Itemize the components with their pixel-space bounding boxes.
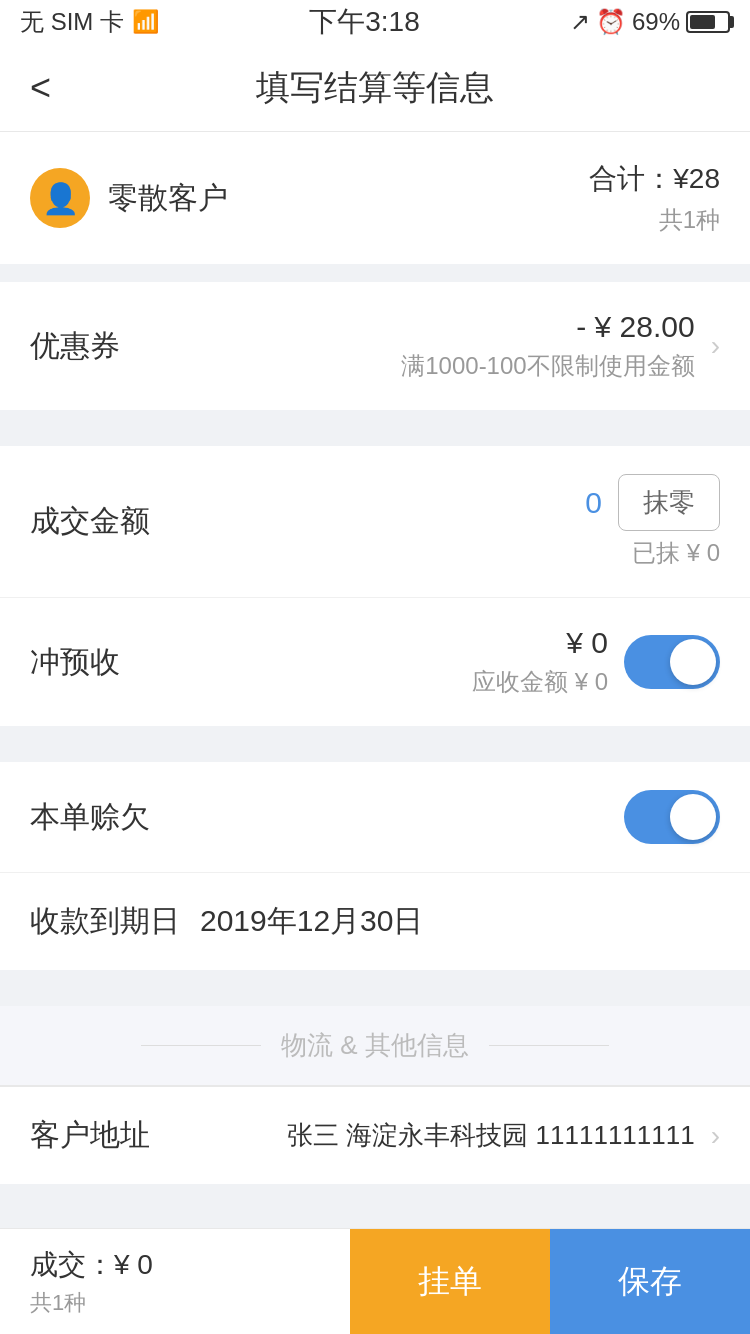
debt-right: [624, 790, 720, 844]
due-date-value: 2019年12月30日: [200, 901, 423, 942]
address-row[interactable]: 客户地址 张三 海淀永丰科技园 11111111111 ›: [0, 1087, 750, 1184]
due-date-label: 收款到期日: [30, 901, 180, 942]
address-label: 客户地址: [30, 1115, 150, 1156]
coupon-row[interactable]: 优惠券 - ¥ 28.00 满1000-100不限制使用金额 ›: [0, 282, 750, 410]
avatar: 👤: [30, 168, 90, 228]
coupon-value: - ¥ 28.00: [401, 310, 694, 344]
address-right: 张三 海淀永丰科技园 11111111111 ›: [287, 1118, 720, 1153]
toggle-knob: [670, 639, 716, 685]
battery-percent: 69%: [632, 8, 680, 36]
debt-toggle[interactable]: [624, 790, 720, 844]
customer-row: 👤 零散客户 合计：¥28 共1种: [0, 132, 750, 264]
customer-summary: 合计：¥28 共1种: [589, 160, 720, 236]
deal-amount-right: 0 抹零 已抹 ¥ 0: [585, 474, 720, 569]
content-area: 👤 零散客户 合计：¥28 共1种 优惠券 - ¥ 28.00 满1000-10…: [0, 132, 750, 1322]
pre-collection-sub: 应收金额 ¥ 0: [472, 666, 608, 698]
debt-row: 本单赊欠: [0, 762, 750, 873]
total-count: 共1种: [589, 204, 720, 236]
pre-collection-row: 冲预收 ¥ 0 应收金额 ¥ 0: [0, 598, 750, 726]
status-time: 下午3:18: [309, 3, 420, 41]
customer-info: 👤 零散客户: [30, 168, 228, 228]
coupon-right: - ¥ 28.00 满1000-100不限制使用金额 ›: [401, 310, 720, 382]
bottom-deal-label: 成交：: [30, 1249, 114, 1280]
bottom-count: 共1种: [30, 1288, 320, 1318]
page-title: 填写结算等信息: [256, 65, 494, 111]
customer-name: 零散客户: [108, 178, 228, 219]
save-button[interactable]: 保存: [550, 1229, 750, 1335]
pre-collection-value: ¥ 0: [472, 626, 608, 660]
alarm-icon: ⏰: [596, 8, 626, 36]
bottom-deal-amount: ¥ 0: [114, 1249, 153, 1280]
battery-fill: [690, 15, 715, 29]
battery-icon: [686, 11, 730, 33]
pre-collection-group: ¥ 0 应收金额 ¥ 0: [472, 626, 608, 698]
divider-1: [0, 428, 750, 446]
wifi-icon: 📶: [132, 9, 159, 35]
bottom-bar: 成交：¥ 0 共1种 挂单 保存: [0, 1228, 750, 1334]
debt-toggle-knob: [670, 794, 716, 840]
status-right: ↗ ⏰ 69%: [570, 8, 730, 36]
bottom-info: 成交：¥ 0 共1种: [0, 1246, 350, 1318]
nav-bar: < 填写结算等信息: [0, 44, 750, 132]
pre-collection-right: ¥ 0 应收金额 ¥ 0: [472, 626, 720, 698]
status-left: 无 SIM 卡 📶: [20, 6, 159, 38]
hang-button[interactable]: 挂单: [350, 1229, 550, 1335]
coupon-section: 优惠券 - ¥ 28.00 满1000-100不限制使用金额 ›: [0, 282, 750, 410]
coupon-label: 优惠券: [30, 326, 120, 367]
address-value: 张三 海淀永丰科技园 11111111111: [287, 1118, 695, 1153]
back-button[interactable]: <: [30, 67, 51, 109]
due-date-row: 收款到期日 2019年12月30日: [0, 873, 750, 970]
coupon-sub: 满1000-100不限制使用金额: [401, 350, 694, 382]
bottom-deal: 成交：¥ 0: [30, 1246, 320, 1284]
round-zero-button[interactable]: 抹零: [618, 474, 720, 531]
coupon-chevron: ›: [711, 330, 720, 362]
divider-2: [0, 744, 750, 762]
pre-collection-toggle[interactable]: [624, 635, 720, 689]
debt-label: 本单赊欠: [30, 797, 150, 838]
logistics-label: 物流 & 其他信息: [141, 1028, 609, 1063]
deal-amount-row: 成交金额 0 抹零 已抹 ¥ 0: [0, 446, 750, 598]
deal-amount-label: 成交金额: [30, 501, 150, 542]
address-chevron: ›: [711, 1120, 720, 1152]
address-section: 客户地址 张三 海淀永丰科技园 11111111111 ›: [0, 1087, 750, 1184]
deal-amount-sub: 已抹 ¥ 0: [585, 537, 720, 569]
deal-amount-value: 0: [585, 486, 602, 520]
debt-section: 本单赊欠 收款到期日 2019年12月30日: [0, 762, 750, 970]
coupon-value-group: - ¥ 28.00 满1000-100不限制使用金额: [401, 310, 694, 382]
status-bar: 无 SIM 卡 📶 下午3:18 ↗ ⏰ 69%: [0, 0, 750, 44]
pre-collection-label: 冲预收: [30, 642, 120, 683]
location-icon: ↗: [570, 8, 590, 36]
amount-section: 成交金额 0 抹零 已抹 ¥ 0 冲预收 ¥ 0 应收金额 ¥ 0: [0, 446, 750, 726]
avatar-icon: 👤: [42, 181, 79, 216]
total-price: 合计：¥28: [589, 160, 720, 198]
signal-text: 无 SIM 卡: [20, 6, 124, 38]
deal-amount-group: 0 抹零 已抹 ¥ 0: [585, 474, 720, 569]
divider-3: [0, 988, 750, 1006]
logistics-section: 物流 & 其他信息: [0, 1006, 750, 1085]
